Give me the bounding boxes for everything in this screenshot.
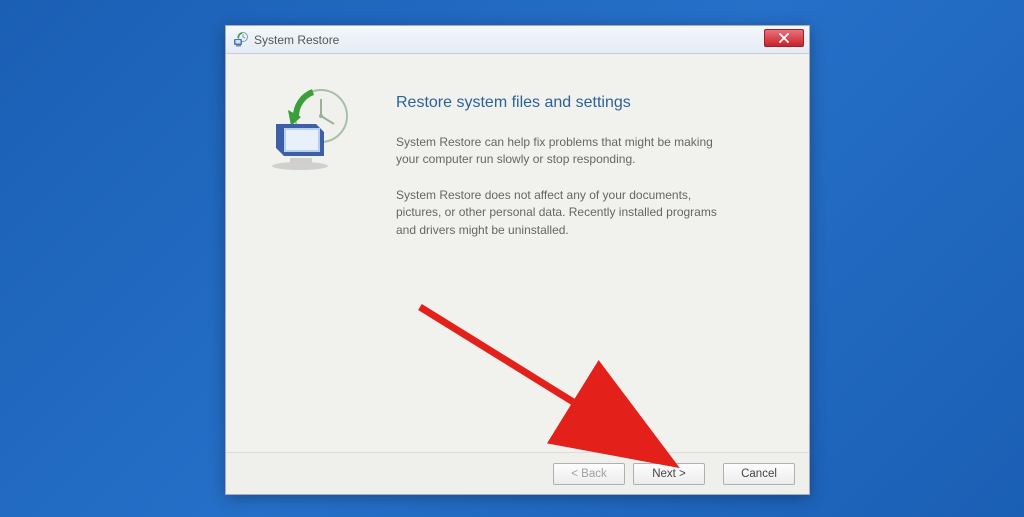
close-icon [779,33,789,43]
back-button: < Back [553,463,625,485]
window-title: System Restore [254,33,339,47]
wizard-body: Restore system files and settings System… [226,54,809,452]
titlebar: System Restore [226,26,809,54]
system-restore-icon [232,32,248,48]
cancel-button[interactable]: Cancel [723,463,795,485]
next-button[interactable]: Next > [633,463,705,485]
wizard-paragraph-1: System Restore can help fix problems tha… [396,134,736,169]
wizard-heading: Restore system files and settings [396,94,779,112]
close-button[interactable] [764,29,804,47]
illustration-pane [226,54,386,452]
wizard-button-bar: < Back Next > Cancel [226,452,809,494]
wizard-paragraph-2: System Restore does not affect any of yo… [396,187,736,239]
system-restore-illustration-icon [256,84,356,174]
content-pane: Restore system files and settings System… [386,54,809,452]
system-restore-window: System Restore Restore sys [225,25,810,495]
